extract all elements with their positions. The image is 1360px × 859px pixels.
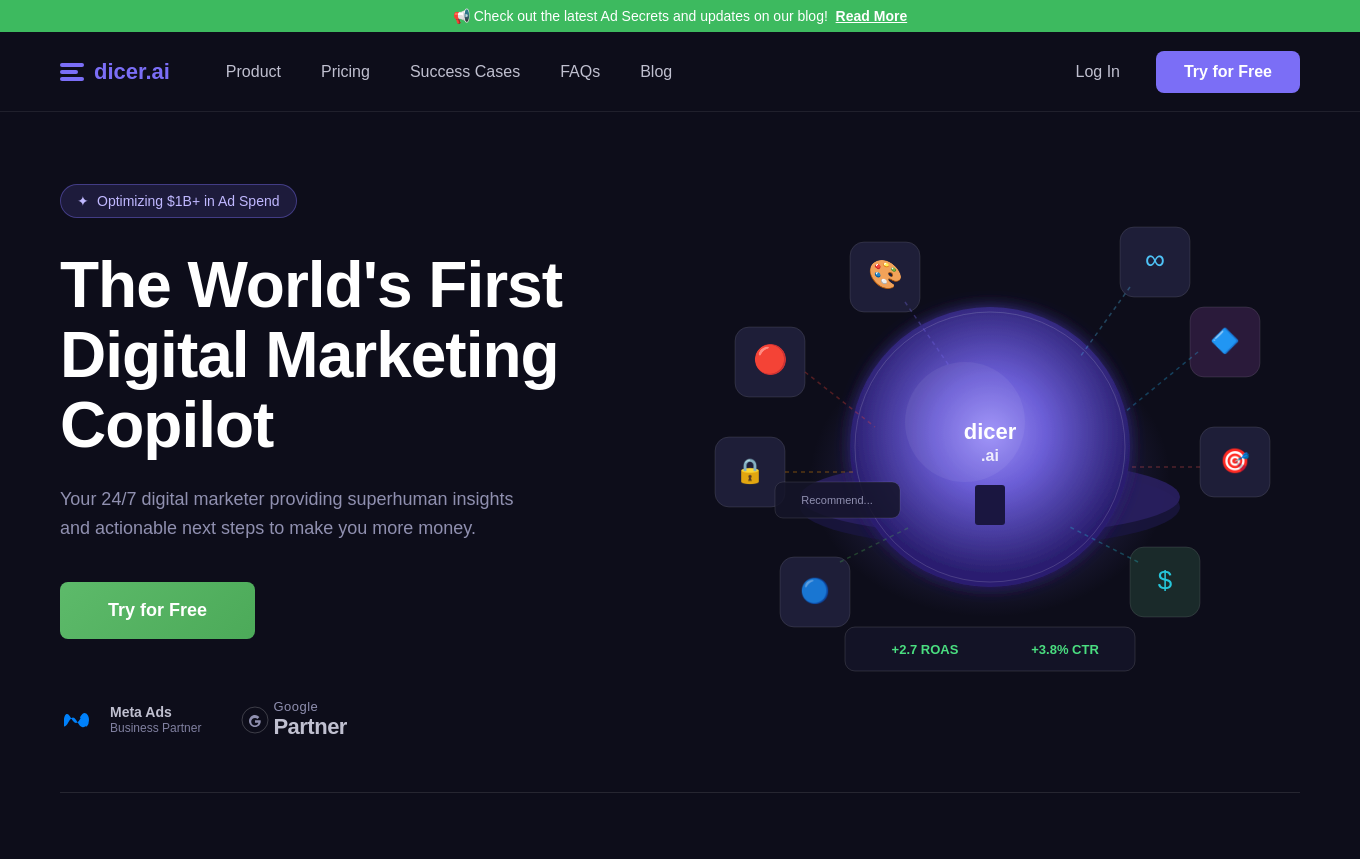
nav-item-product[interactable]: Product xyxy=(210,55,297,89)
svg-text:.ai: .ai xyxy=(981,447,999,464)
partner-logos: Meta Ads Business Partner Google Partner xyxy=(60,699,562,740)
nav-item-pricing[interactable]: Pricing xyxy=(305,55,386,89)
svg-text:$: $ xyxy=(1158,565,1173,595)
svg-text:+3.8% CTR: +3.8% CTR xyxy=(1031,642,1099,657)
announcement-banner: 📢 Check out the latest Ad Secrets and up… xyxy=(0,0,1360,32)
svg-text:∞: ∞ xyxy=(1145,244,1165,275)
svg-text:🎨: 🎨 xyxy=(868,258,903,291)
google-partner-logo: Google Partner xyxy=(241,699,347,740)
banner-link[interactable]: Read More xyxy=(836,8,908,24)
hero-badge: ✦ Optimizing $1B+ in Ad Spend xyxy=(60,184,297,218)
hero-content: ✦ Optimizing $1B+ in Ad Spend The World'… xyxy=(60,184,562,741)
logo-text: dicer.ai xyxy=(94,59,170,85)
banner-emoji: 📢 xyxy=(453,8,470,24)
meta-ads-logo: Meta Ads Business Partner xyxy=(60,703,201,737)
hero-section: ✦ Optimizing $1B+ in Ad Spend The World'… xyxy=(0,112,1360,792)
logo-icon xyxy=(60,63,84,81)
hero-title: The World's First Digital Marketing Copi… xyxy=(60,250,562,461)
login-button[interactable]: Log In xyxy=(1059,55,1135,89)
hero-cta-button[interactable]: Try for Free xyxy=(60,582,255,639)
meta-icon xyxy=(60,708,100,732)
meta-text: Meta Ads Business Partner xyxy=(110,703,201,737)
hero-title-line1: The World's First xyxy=(60,249,562,321)
nav-item-faqs[interactable]: FAQs xyxy=(544,55,616,89)
hero-illustration: dicer .ai 🎨 ∞ 🔴 🔷 xyxy=(680,187,1300,737)
nav-links: Product Pricing Success Cases FAQs Blog xyxy=(210,55,688,89)
nav-item-success-cases[interactable]: Success Cases xyxy=(394,55,536,89)
banner-text: Check out the latest Ad Secrets and upda… xyxy=(474,8,828,24)
hero-subtitle: Your 24/7 digital marketer providing sup… xyxy=(60,485,540,543)
navbar-try-free-button[interactable]: Try for Free xyxy=(1156,51,1300,93)
svg-point-0 xyxy=(242,707,268,733)
navbar-right: Log In Try for Free xyxy=(1059,51,1300,93)
svg-text:+2.7 ROAS: +2.7 ROAS xyxy=(892,642,959,657)
hero-title-line2: Digital Marketing xyxy=(60,319,559,391)
google-icon xyxy=(241,706,269,734)
hero-title-line3: Copilot xyxy=(60,389,273,461)
badge-icon: ✦ xyxy=(77,193,89,209)
badge-text: Optimizing $1B+ in Ad Spend xyxy=(97,193,280,209)
google-text-top: Google xyxy=(273,699,347,714)
svg-text:🔒: 🔒 xyxy=(735,456,765,485)
svg-text:🔵: 🔵 xyxy=(800,576,830,605)
nav-item-blog[interactable]: Blog xyxy=(624,55,688,89)
bottom-divider xyxy=(60,792,1300,793)
logo[interactable]: dicer.ai xyxy=(60,59,170,85)
navbar-left: dicer.ai Product Pricing Success Cases F… xyxy=(60,55,688,89)
svg-text:Recommend...: Recommend... xyxy=(801,494,873,506)
svg-rect-9 xyxy=(975,485,1005,525)
svg-text:dicer: dicer xyxy=(964,419,1017,444)
hero-visual: dicer .ai 🎨 ∞ 🔴 🔷 xyxy=(680,187,1300,737)
google-text-bottom: Partner xyxy=(273,714,347,740)
svg-text:🔷: 🔷 xyxy=(1210,326,1240,355)
svg-text:🔴: 🔴 xyxy=(753,343,788,376)
svg-line-21 xyxy=(1125,352,1198,412)
navbar: dicer.ai Product Pricing Success Cases F… xyxy=(0,32,1360,112)
svg-line-15 xyxy=(1080,287,1130,357)
svg-text:🎯: 🎯 xyxy=(1220,446,1250,475)
